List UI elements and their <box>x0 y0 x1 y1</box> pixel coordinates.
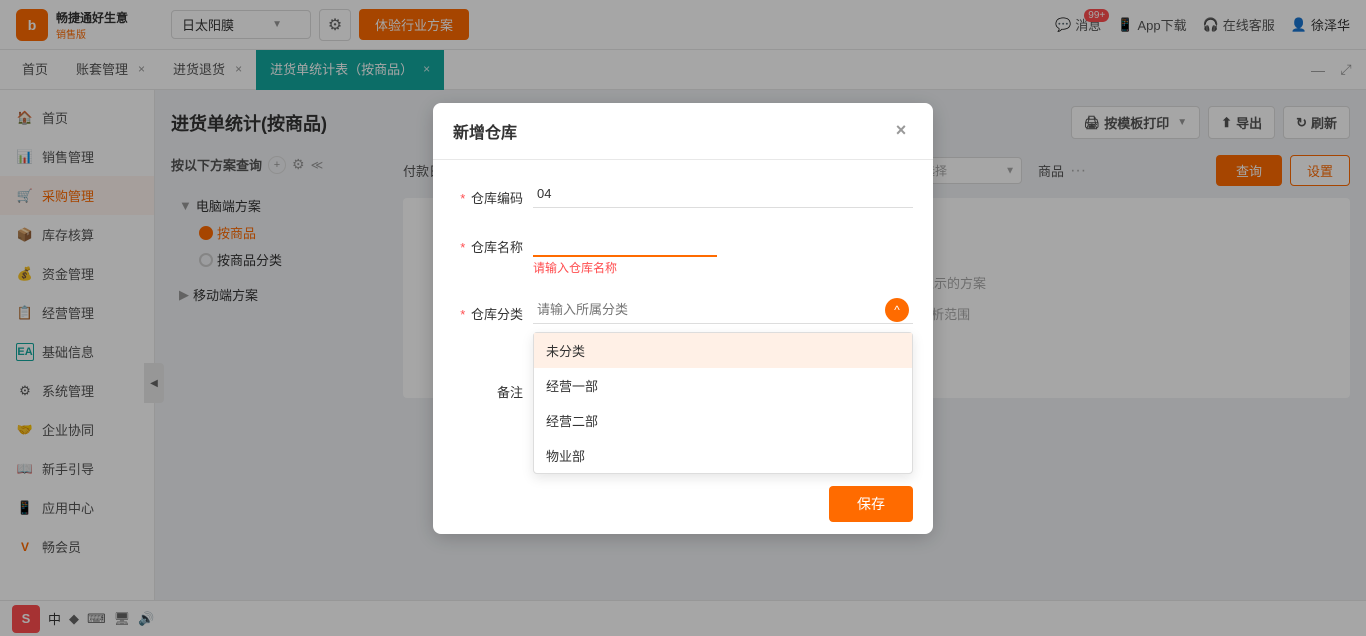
modal-title: 新增仓库 <box>453 119 517 143</box>
name-field-row: * 仓库名称 请输入仓库名称 <box>453 228 913 276</box>
modal-backdrop[interactable]: 新增仓库 × * 仓库编码 * 仓库名称 <box>0 0 1366 636</box>
code-field-row: * 仓库编码 <box>453 180 913 208</box>
name-error-message: 请输入仓库名称 <box>533 259 617 276</box>
required-star-name: * <box>460 240 465 255</box>
modal-footer: 保存 <box>433 474 933 534</box>
name-input[interactable] <box>533 228 717 257</box>
category-dropdown: 未分类 经营一部 经营二部 物业部 <box>533 332 913 474</box>
name-label: * 仓库名称 <box>453 229 533 256</box>
dropdown-item-dept3[interactable]: 物业部 <box>534 438 912 473</box>
modal-body: * 仓库编码 * 仓库名称 请输入仓库名称 <box>433 160 933 474</box>
modal-header: 新增仓库 × <box>433 103 933 160</box>
name-error-container: 请输入仓库名称 <box>453 257 617 276</box>
new-warehouse-modal: 新增仓库 × * 仓库编码 * 仓库名称 <box>433 103 933 534</box>
code-label: * 仓库编码 <box>453 180 533 207</box>
required-star-code: * <box>460 191 465 206</box>
dropdown-item-dept1[interactable]: 经营一部 <box>534 368 912 403</box>
category-label: * 仓库分类 <box>453 296 533 323</box>
save-button[interactable]: 保存 <box>829 486 913 522</box>
category-select-wrap: ^ 未分类 经营一部 经营二部 物业部 <box>533 296 913 324</box>
notes-label: 备注 <box>453 374 533 401</box>
required-star-category: * <box>460 307 465 322</box>
modal-close-button[interactable]: × <box>889 119 913 143</box>
code-input[interactable] <box>533 180 913 208</box>
category-arrow-button[interactable]: ^ <box>885 298 909 322</box>
name-field-inner: * 仓库名称 <box>453 228 717 257</box>
dropdown-item-dept2[interactable]: 经营二部 <box>534 403 912 438</box>
category-field-row: * 仓库分类 ^ 未分类 经营一部 经营二部 物业部 <box>453 296 913 324</box>
dropdown-item-unclassified[interactable]: 未分类 <box>534 333 912 368</box>
category-input[interactable] <box>533 296 913 324</box>
